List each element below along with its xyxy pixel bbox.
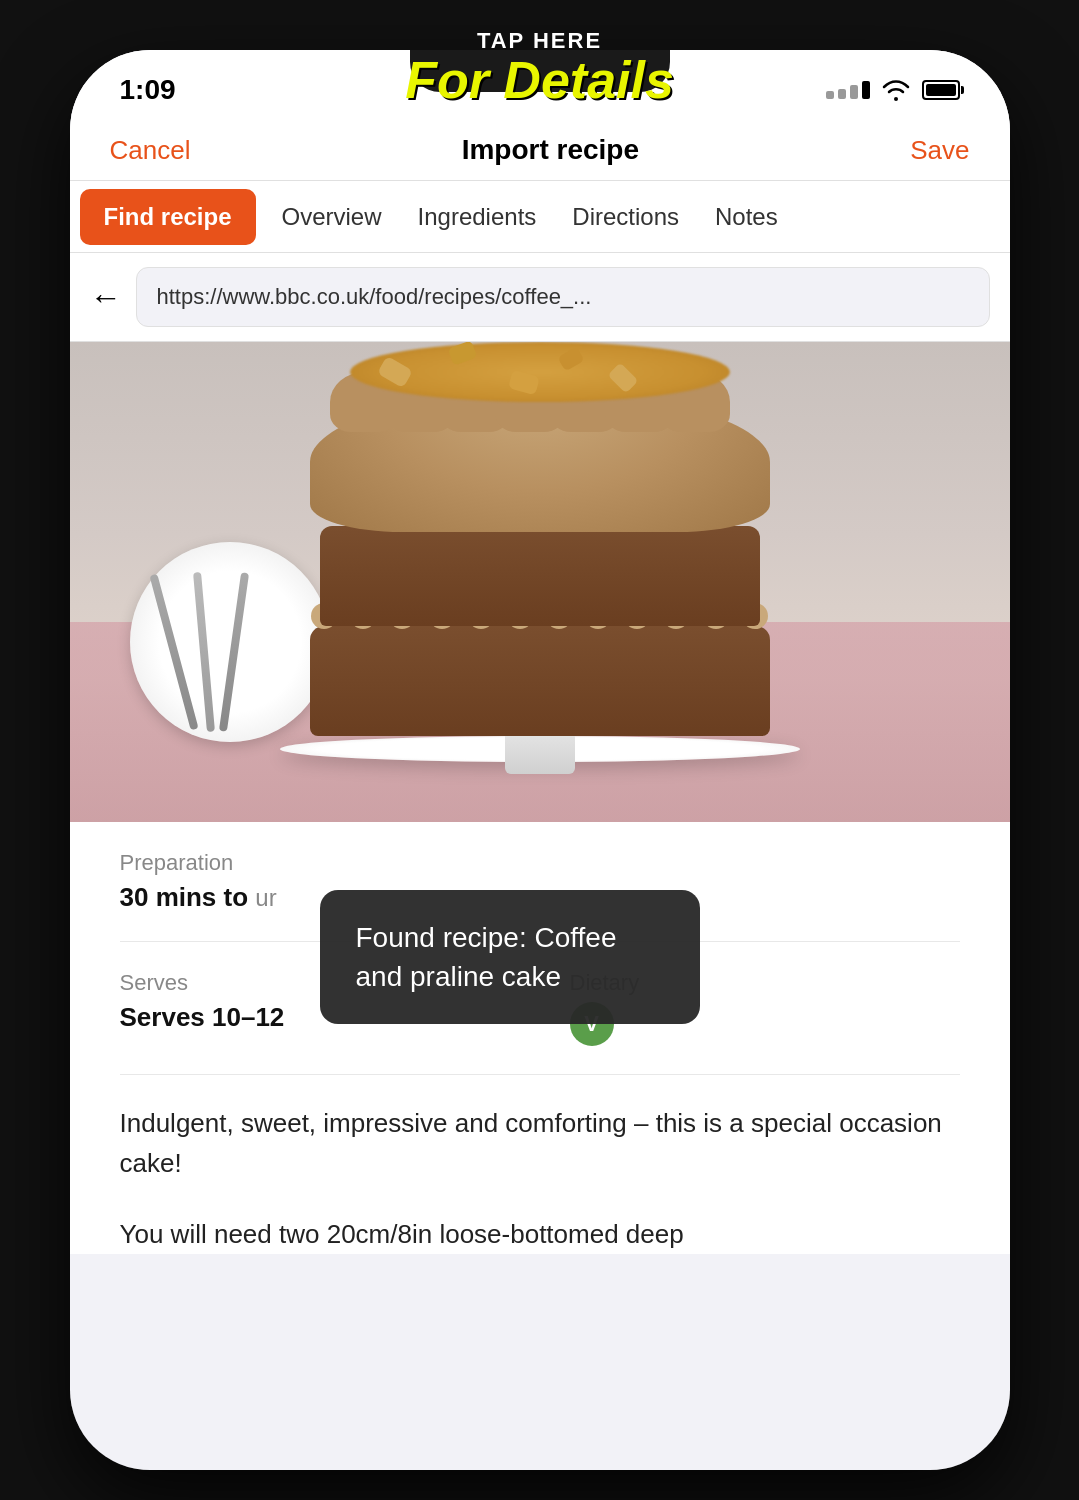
signal-icon <box>826 81 870 99</box>
tap-banner: TAP HERE For Details <box>405 28 674 106</box>
tab-ingredients[interactable]: Ingredients <box>400 189 555 245</box>
recipe-found-tooltip: Found recipe: Coffee and praline cake <box>320 890 700 1024</box>
cake-bottom-layer <box>310 626 770 736</box>
page-wrapper: TAP HERE For Details 1:09 <box>0 0 1079 1500</box>
url-input[interactable] <box>136 267 990 327</box>
nav-bar: Cancel Import recipe Save <box>70 120 1010 181</box>
recipe-description: Indulgent, sweet, impressive and comfort… <box>120 1103 960 1184</box>
screen: 1:09 <box>70 50 1010 1470</box>
tab-find-recipe[interactable]: Find recipe <box>80 189 256 245</box>
tab-directions[interactable]: Directions <box>554 189 697 245</box>
page-title: Import recipe <box>462 134 639 166</box>
recipe-instructions: You will need two 20cm/8in loose-bottome… <box>120 1214 960 1254</box>
wifi-icon <box>882 79 910 101</box>
tooltip-text: Found recipe: Coffee and praline cake <box>356 922 617 992</box>
cake-scene <box>70 342 1010 822</box>
status-time: 1:09 <box>120 74 176 106</box>
prep-label: Preparation <box>120 850 960 876</box>
tab-overview[interactable]: Overview <box>264 189 400 245</box>
phone-frame: 1:09 <box>70 50 1010 1470</box>
recipe-info-section: Preparation 30 mins to ur Serves Serves … <box>70 822 1010 1254</box>
back-arrow-icon[interactable]: ← <box>90 279 122 316</box>
for-details-label: For Details <box>405 54 674 106</box>
battery-icon <box>922 80 960 100</box>
cake-top-layer <box>320 526 760 626</box>
cancel-button[interactable]: Cancel <box>110 135 191 166</box>
recipe-image <box>70 342 1010 822</box>
url-bar-area: ← <box>70 253 1010 342</box>
prep-suffix: ur <box>255 884 276 911</box>
divider-2 <box>120 1074 960 1075</box>
tab-bar: Find recipe Overview Ingredients Directi… <box>70 181 1010 253</box>
save-button[interactable]: Save <box>910 135 969 166</box>
tab-notes[interactable]: Notes <box>697 189 796 245</box>
status-icons <box>826 79 960 101</box>
